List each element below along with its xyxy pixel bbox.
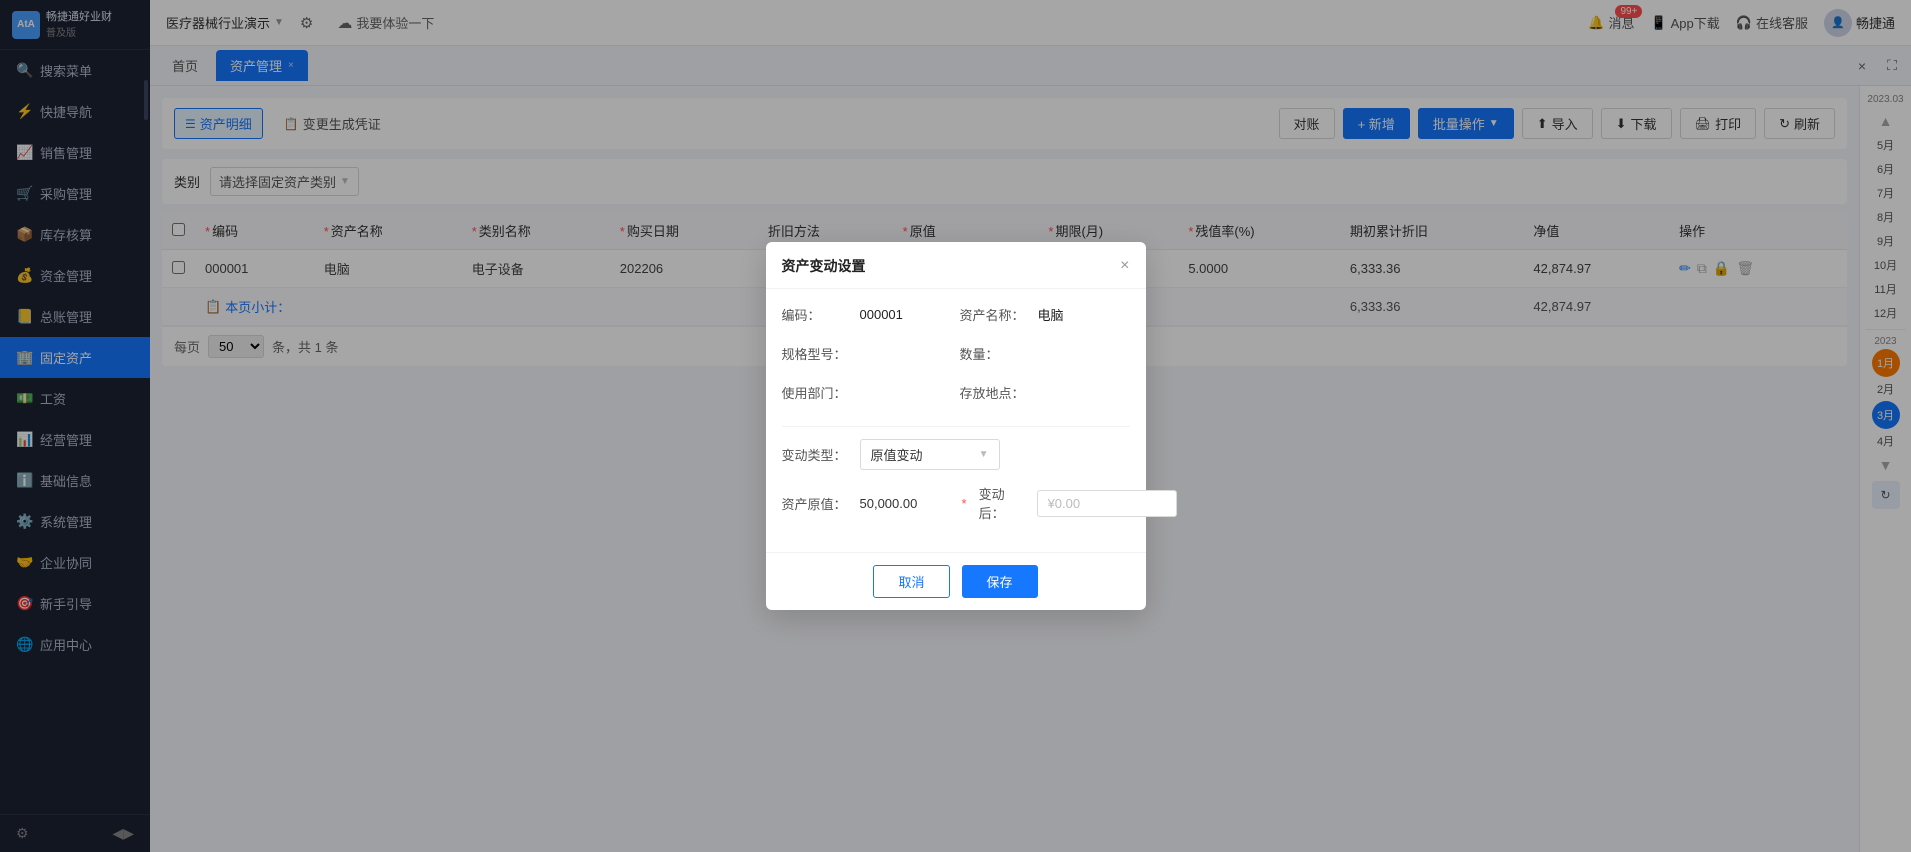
modal-title: 资产变动设置 [782,256,866,276]
modal-code-label: 编码： [782,305,852,324]
modal-original-value-row: 资产原值： 50,000.00 * 变动后： [782,484,1130,522]
modal-code-row: 编码： 000001 [782,305,952,324]
modal-asset-name-row: 资产名称： 电脑 [960,305,1130,324]
modal-change-type-select[interactable]: 原值变动 ▼ [860,439,1000,470]
modal-spec-row: 规格型号： [782,344,952,363]
modal-original-value-display: 50,000.00 [860,496,950,511]
modal-overlay: 资产变动设置 × 编码： 000001 资产名称： 电脑 规格型号： 数 [0,0,1911,852]
modal-body: 编码： 000001 资产名称： 电脑 规格型号： 数量： 使用部门： [766,289,1146,552]
modal-code-value: 000001 [860,307,903,322]
modal-asset-name-label: 资产名称： [960,305,1030,324]
modal-quantity-label: 数量： [960,344,1030,363]
modal-info-grid: 编码： 000001 资产名称： 电脑 规格型号： 数量： 使用部门： [782,305,1130,414]
modal-change-type-label: 变动类型： [782,445,852,464]
modal-after-change-label: 变动后： [979,484,1029,522]
modal-spec-label: 规格型号： [782,344,852,363]
modal-close-button[interactable]: × [1120,257,1129,275]
modal-quantity-row: 数量： [960,344,1130,363]
save-button[interactable]: 保存 [962,565,1038,598]
modal-dept-row: 使用部门： [782,383,952,402]
modal-dept-label: 使用部门： [782,383,852,402]
chevron-down-icon: ▼ [979,449,989,460]
modal-change-type-row: 变动类型： 原值变动 ▼ [782,439,1130,470]
cancel-button[interactable]: 取消 [873,565,949,598]
modal-footer: 取消 保存 [766,552,1146,610]
asset-change-modal: 资产变动设置 × 编码： 000001 资产名称： 电脑 规格型号： 数 [766,242,1146,610]
modal-asset-name-value: 电脑 [1038,305,1064,324]
modal-location-row: 存放地点： [960,383,1130,402]
change-type-value: 原值变动 [871,445,923,464]
required-star: * [962,496,967,511]
modal-divider [782,426,1130,427]
after-change-input[interactable] [1037,490,1177,517]
modal-location-label: 存放地点： [960,383,1030,402]
modal-header: 资产变动设置 × [766,242,1146,289]
modal-original-value-label: 资产原值： [782,494,852,513]
